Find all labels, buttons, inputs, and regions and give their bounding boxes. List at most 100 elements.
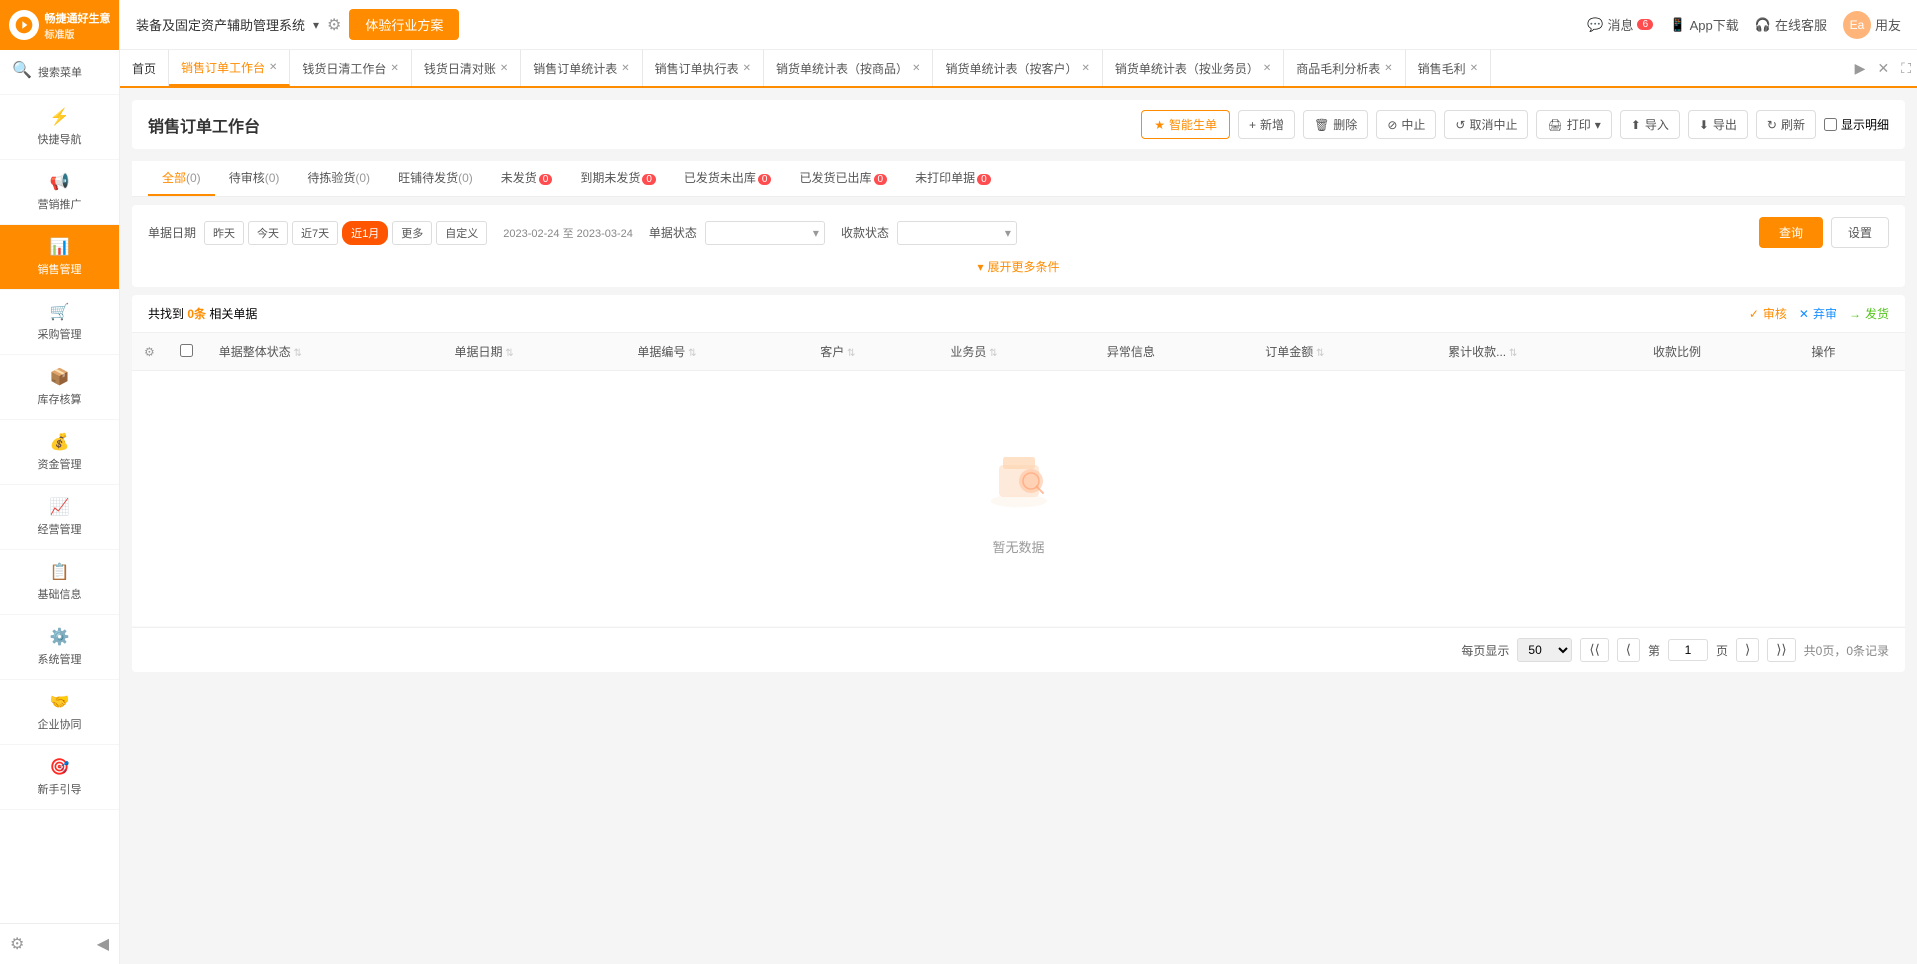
tab-close-summary-product[interactable]: ✕ [912, 63, 920, 74]
cancel-stop-button[interactable]: ↺ 取消中止 [1444, 110, 1528, 139]
select-all-checkbox[interactable] [180, 344, 193, 357]
user-menu[interactable]: Ea 用友 [1843, 11, 1901, 39]
sidebar-item-system[interactable]: ⚙️ 系统管理 [0, 615, 119, 680]
show-detail-checkbox-label[interactable]: 显示明细 [1824, 116, 1889, 133]
filter-tab-shipped-not-warehoused[interactable]: 已发货未出库0 [670, 161, 786, 196]
settings-button[interactable]: ⚙ [10, 934, 24, 954]
page-input[interactable] [1668, 639, 1708, 661]
time-btn-more[interactable]: 更多 [392, 221, 432, 245]
import-button[interactable]: ⬆ 导入 [1620, 110, 1680, 139]
status-select[interactable] [705, 221, 825, 245]
settings-icon[interactable]: ⚙ [327, 15, 341, 35]
filter-tab-pending-inspect[interactable]: 待拣验货(0) [293, 161, 384, 196]
table-scroll[interactable]: ⚙ 单据整体状态 单据日期 单据编号 客户 业务员 异常信息 订单金额 累计收款… [132, 333, 1905, 627]
batch-cancel-button[interactable]: ✕ 弃审 [1799, 305, 1837, 322]
stop-button[interactable]: ⊘ 中止 [1376, 110, 1436, 139]
time-btn-yesterday[interactable]: 昨天 [204, 221, 244, 245]
time-btn-today[interactable]: 今天 [248, 221, 288, 245]
tab-sales-summary-staff[interactable]: 销货单统计表（按业务员） ✕ [1103, 50, 1284, 86]
tab-cash-daily[interactable]: 钱货日清工作台 ✕ [290, 50, 411, 86]
filter-tab-all[interactable]: 全部(0) [148, 161, 215, 196]
tab-scroll-right[interactable]: ▶ [1849, 56, 1872, 81]
sidebar-item-guide[interactable]: 🎯 新手引导 [0, 745, 119, 810]
settings-button-filter[interactable]: 设置 [1831, 217, 1889, 248]
tab-close-summary-customer[interactable]: ✕ [1081, 63, 1089, 74]
tab-close-cash-daily[interactable]: ✕ [390, 63, 398, 74]
tab-gross-margin[interactable]: 商品毛利分析表 ✕ [1284, 50, 1405, 86]
time-buttons: 昨天 今天 近7天 近1月 更多 自定义 [204, 221, 487, 245]
print-button[interactable]: 🖨 打印 ▾ [1536, 110, 1611, 139]
message-label: 消息 [1607, 15, 1633, 34]
column-gear[interactable]: ⚙ [132, 333, 167, 371]
solution-button[interactable]: 体验行业方案 [349, 9, 459, 40]
column-collected[interactable]: 累计收款... [1436, 333, 1641, 371]
tab-cash-reconcile[interactable]: 钱货日清对账 ✕ [412, 50, 521, 86]
column-customer[interactable]: 客户 [808, 333, 938, 371]
tab-close-sales-more[interactable]: ✕ [1470, 63, 1478, 74]
payment-select[interactable] [897, 221, 1017, 245]
last-page-button[interactable]: ⟩⟩ [1767, 638, 1795, 662]
show-detail-checkbox[interactable] [1824, 118, 1837, 131]
time-btn-custom[interactable]: 自定义 [436, 221, 487, 245]
column-amount[interactable]: 订单金额 [1253, 333, 1436, 371]
tab-sales-workbench[interactable]: 销售订单工作台 ✕ [169, 50, 290, 86]
filter-tab-expired-not-shipped[interactable]: 到期未发货0 [566, 161, 670, 196]
tab-close-sales-exec[interactable]: ✕ [743, 63, 751, 74]
tab-sales-summary-customer[interactable]: 销货单统计表（按客户） ✕ [933, 50, 1102, 86]
refresh-button[interactable]: ↻ 刷新 [1756, 110, 1816, 139]
tab-close-sales-stats[interactable]: ✕ [621, 63, 629, 74]
empty-state-cell: 暂无数据 [132, 371, 1905, 627]
batch-ship-button[interactable]: → 发货 [1849, 305, 1889, 322]
sidebar-item-label: 经营管理 [38, 521, 82, 537]
sidebar-item-purchase[interactable]: 🛒 采购管理 [0, 290, 119, 355]
new-button[interactable]: + 新增 [1238, 110, 1295, 139]
tab-maximize[interactable]: ⛶ [1895, 56, 1917, 81]
message-button[interactable]: 💬 消息 6 [1587, 15, 1653, 34]
tab-close-gross-margin[interactable]: ✕ [1384, 63, 1392, 74]
column-salesperson[interactable]: 业务员 [938, 333, 1095, 371]
batch-approve-button[interactable]: ✓ 审核 [1749, 305, 1787, 322]
time-btn-7days[interactable]: 近7天 [292, 221, 338, 245]
delete-button[interactable]: 🗑 删除 [1303, 110, 1368, 139]
export-button[interactable]: ⬇ 导出 [1688, 110, 1748, 139]
filter-tab-pending-review[interactable]: 待审核(0) [215, 161, 294, 196]
sidebar-item-finance[interactable]: 💰 资金管理 [0, 420, 119, 485]
sidebar-item-operations[interactable]: 📈 经营管理 [0, 485, 119, 550]
sidebar-item-base-info[interactable]: 📋 基础信息 [0, 550, 119, 615]
sidebar-item-enterprise[interactable]: 🤝 企业协同 [0, 680, 119, 745]
smart-create-button[interactable]: ★ 智能生单 [1141, 110, 1230, 139]
sidebar-item-sales[interactable]: 📊 销售管理 [0, 225, 119, 290]
expand-conditions-button[interactable]: ▾ 展开更多条件 [977, 258, 1059, 275]
time-btn-1month[interactable]: 近1月 [342, 221, 388, 245]
column-date[interactable]: 单据日期 [442, 333, 625, 371]
filter-tab-shipped-warehoused[interactable]: 已发货已出库0 [785, 161, 901, 196]
query-button[interactable]: 查询 [1759, 217, 1823, 248]
column-number[interactable]: 单据编号 [625, 333, 808, 371]
tab-sales-exec[interactable]: 销售订单执行表 ✕ [643, 50, 764, 86]
online-service-button[interactable]: 🎧 在线客服 [1755, 15, 1827, 34]
per-page-select[interactable]: 10 20 50 100 [1517, 638, 1572, 662]
filter-tab-wangpu[interactable]: 旺铺待发货(0) [384, 161, 487, 196]
tab-sales-summary-product[interactable]: 销货单统计表（按商品） ✕ [764, 50, 933, 86]
tab-close-all[interactable]: ✕ [1871, 56, 1895, 81]
app-download-button[interactable]: 📱 App下载 [1669, 15, 1738, 34]
tab-close-sales-workbench[interactable]: ✕ [269, 62, 277, 73]
tab-sales-more[interactable]: 销售毛利 ✕ [1406, 50, 1491, 86]
prev-page-button[interactable]: ⟨ [1617, 638, 1640, 662]
tab-close-cash-reconcile[interactable]: ✕ [500, 63, 508, 74]
tab-close-summary-staff[interactable]: ✕ [1263, 63, 1271, 74]
sidebar-item-quick-nav[interactable]: ⚡ 快捷导航 [0, 95, 119, 160]
first-page-button[interactable]: ⟨⟨ [1580, 638, 1608, 662]
filter-tab-not-shipped[interactable]: 未发货0 [487, 161, 567, 196]
collapse-button[interactable]: ◀ [97, 934, 109, 954]
sidebar-item-marketing[interactable]: 📢 营销推广 [0, 160, 119, 225]
tab-home[interactable]: 首页 [120, 50, 169, 86]
next-page-button[interactable]: ⟩ [1736, 638, 1759, 662]
sidebar-item-search[interactable]: 🔍 搜索菜单 [0, 50, 119, 95]
sidebar-item-inventory[interactable]: 📦 库存核算 [0, 355, 119, 420]
system-dropdown[interactable]: ▾ [313, 18, 319, 32]
pagination: 每页显示 10 20 50 100 ⟨⟨ ⟨ 第 页 ⟩ ⟩⟩ 共0页，0条记录 [132, 627, 1905, 672]
tab-sales-stats[interactable]: 销售订单统计表 ✕ [521, 50, 642, 86]
filter-tab-not-printed[interactable]: 未打印单据0 [901, 161, 1005, 196]
column-status[interactable]: 单据整体状态 [207, 333, 443, 371]
